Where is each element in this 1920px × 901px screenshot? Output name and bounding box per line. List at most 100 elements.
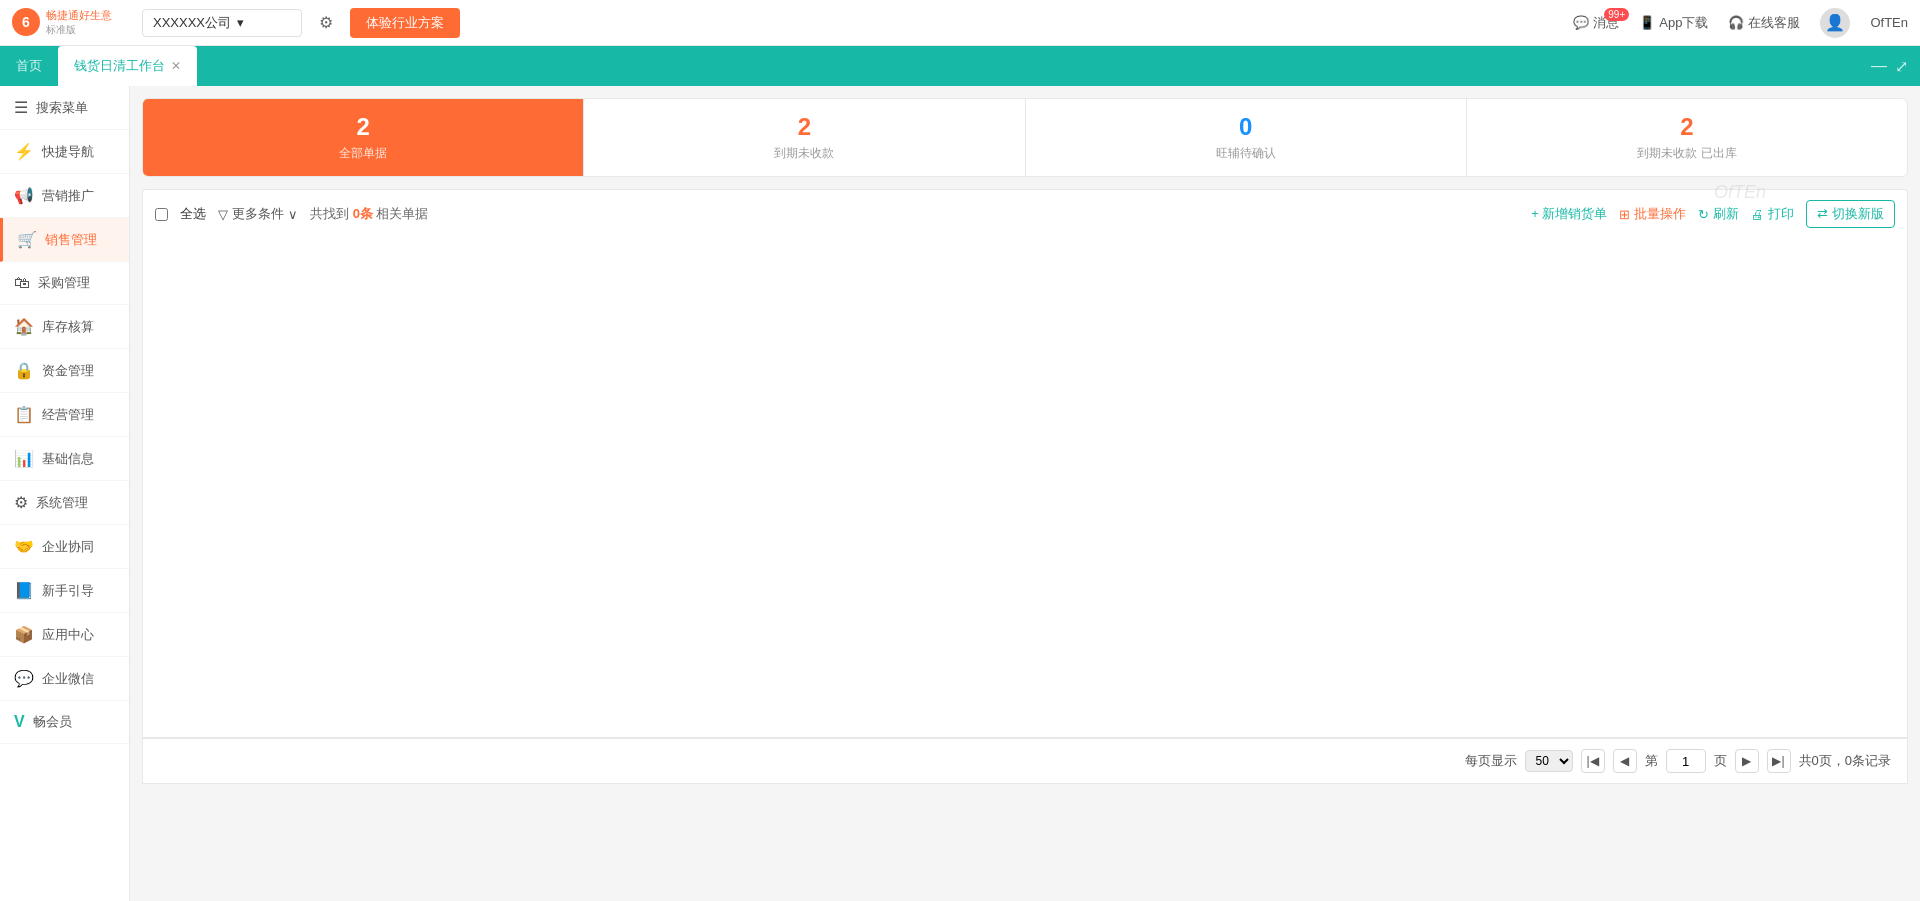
stat-number-shipped: 2 <box>1487 113 1887 141</box>
total-label: 共0页，0条记录 <box>1799 752 1891 770</box>
quick-nav-icon: ⚡ <box>14 142 34 161</box>
switch-label: 切换新版 <box>1832 206 1884 221</box>
next-page-button[interactable]: ▶ <box>1735 749 1759 773</box>
member-icon: V <box>14 713 25 731</box>
logo-text: 畅捷通好生意 <box>46 8 112 22</box>
sidebar-item-guide[interactable]: 📘 新手引导 <box>0 569 129 613</box>
toolbar-right: + 新增销货单 ⊞ 批量操作 ↻ 刷新 🖨 打印 ⇄ 切换新版 <box>1531 200 1895 228</box>
toolbar-left: 全选 ▽ 更多条件 ∨ 共找到 0条 相关单据 <box>155 205 1519 223</box>
chevron-down-icon: ▾ <box>237 15 244 30</box>
tab-work-table[interactable]: 钱货日清工作台 ✕ <box>58 46 197 86</box>
sidebar-item-marketing[interactable]: 📢 营销推广 <box>0 174 129 218</box>
online-service-button[interactable]: 🎧 在线客服 <box>1728 14 1800 32</box>
app-download-button[interactable]: 📱 App下载 <box>1639 14 1708 32</box>
empty-area <box>143 238 1907 718</box>
sidebar-item-finance-label: 资金管理 <box>42 362 94 380</box>
tab-work-table-label: 钱货日清工作台 <box>74 57 165 75</box>
main-layout: ☰ 搜索菜单 ⚡ 快捷导航 📢 营销推广 🛒 销售管理 🛍 采购管理 🏠 库存核… <box>0 86 1920 901</box>
avatar[interactable]: 👤 <box>1820 8 1850 38</box>
avatar-icon: 👤 <box>1825 13 1845 32</box>
messages-badge: 99+ <box>1604 8 1629 21</box>
sidebar: ☰ 搜索菜单 ⚡ 快捷导航 📢 营销推广 🛒 销售管理 🛍 采购管理 🏠 库存核… <box>0 86 130 901</box>
switch-icon: ⇄ <box>1817 206 1828 221</box>
header-right: 💬 消息 99+ 📱 App下载 🎧 在线客服 👤 OfTEn <box>1573 8 1908 38</box>
batch-operation-button[interactable]: ⊞ 批量操作 <box>1619 205 1686 223</box>
operations-icon: 📋 <box>14 405 34 424</box>
prev-page-button[interactable]: ◀ <box>1613 749 1637 773</box>
cooperation-icon: 🤝 <box>14 537 34 556</box>
stat-card-all[interactable]: 2 全部单据 <box>143 99 584 176</box>
top-header: 6 畅捷通好生意 标准版 XXXXXX公司 ▾ ⚙ 体验行业方案 💬 消息 99… <box>0 0 1920 46</box>
batch-icon: ⊞ <box>1619 207 1630 222</box>
sidebar-item-purchase[interactable]: 🛍 采购管理 <box>0 262 129 305</box>
gear-icon: ⚙ <box>319 13 333 32</box>
refresh-icon: ↻ <box>1698 207 1709 222</box>
print-icon: 🖨 <box>1751 207 1764 222</box>
toolbar: 全选 ▽ 更多条件 ∨ 共找到 0条 相关单据 + 新增销货单 ⊞ 批量操作 <box>142 189 1908 238</box>
switch-version-button[interactable]: ⇄ 切换新版 <box>1806 200 1895 228</box>
marketing-icon: 📢 <box>14 186 34 205</box>
filter-label: 更多条件 <box>232 205 284 223</box>
tab-maximize-button[interactable]: ⤢ <box>1895 57 1908 76</box>
sidebar-item-system[interactable]: ⚙ 系统管理 <box>0 481 129 525</box>
page-suffix: 页 <box>1714 752 1727 770</box>
sidebar-item-marketing-label: 营销推广 <box>42 187 94 205</box>
settings-button[interactable]: ⚙ <box>310 7 342 39</box>
company-selector[interactable]: XXXXXX公司 ▾ <box>142 9 302 37</box>
sidebar-item-operations[interactable]: 📋 经营管理 <box>0 393 129 437</box>
messages-button[interactable]: 💬 消息 99+ <box>1573 14 1619 32</box>
guide-icon: 📘 <box>14 581 34 600</box>
try-industry-button[interactable]: 体验行业方案 <box>350 8 460 38</box>
filter-chevron-icon: ∨ <box>288 207 298 222</box>
sidebar-item-wechat[interactable]: 💬 企业微信 <box>0 657 129 701</box>
sales-icon: 🛒 <box>17 230 37 249</box>
sidebar-item-sales[interactable]: 🛒 销售管理 <box>0 218 129 262</box>
logo-icon: 6 <box>12 8 40 36</box>
tab-home[interactable]: 首页 <box>0 46 58 86</box>
last-page-button[interactable]: ▶| <box>1767 749 1791 773</box>
page-label: 第 <box>1645 752 1658 770</box>
per-page-select[interactable]: 50 <box>1525 750 1573 772</box>
sidebar-item-base-info[interactable]: 📊 基础信息 <box>0 437 129 481</box>
sidebar-item-app-center[interactable]: 📦 应用中心 <box>0 613 129 657</box>
filter-button[interactable]: ▽ 更多条件 ∨ <box>218 205 298 223</box>
sidebar-item-guide-label: 新手引导 <box>42 582 94 600</box>
sidebar-item-quick-nav[interactable]: ⚡ 快捷导航 <box>0 130 129 174</box>
sidebar-item-cooperation[interactable]: 🤝 企业协同 <box>0 525 129 569</box>
tab-minimize-button[interactable]: — <box>1871 57 1887 75</box>
new-sales-order-button[interactable]: + 新增销货单 <box>1531 205 1607 223</box>
table-container <box>142 238 1908 738</box>
stat-label-shipped: 到期未收款 已出库 <box>1487 145 1887 162</box>
batch-label: 批量操作 <box>1634 205 1686 223</box>
stat-number-wangfu: 0 <box>1046 113 1446 141</box>
sidebar-item-cooperation-label: 企业协同 <box>42 538 94 556</box>
refresh-button[interactable]: ↻ 刷新 <box>1698 205 1739 223</box>
sidebar-item-member[interactable]: V 畅会员 <box>0 701 129 744</box>
sidebar-item-sales-label: 销售管理 <box>45 231 97 249</box>
refresh-label: 刷新 <box>1713 205 1739 223</box>
app-download-label: App下载 <box>1659 14 1708 32</box>
logo-badge: 标准版 <box>46 23 112 37</box>
sidebar-item-search[interactable]: ☰ 搜索菜单 <box>0 86 129 130</box>
search-icon: ☰ <box>14 98 28 117</box>
stat-card-wangfu[interactable]: 0 旺辅待确认 <box>1026 99 1467 176</box>
sidebar-item-finance[interactable]: 🔒 资金管理 <box>0 349 129 393</box>
tab-close-icon[interactable]: ✕ <box>171 59 181 73</box>
sidebar-item-system-label: 系统管理 <box>36 494 88 512</box>
print-button[interactable]: 🖨 打印 <box>1751 205 1794 223</box>
select-all-checkbox[interactable] <box>155 208 168 221</box>
service-icon: 🎧 <box>1728 15 1744 30</box>
found-prefix: 共找到 <box>310 206 349 221</box>
per-page-label: 每页显示 <box>1465 752 1517 770</box>
sidebar-item-purchase-label: 采购管理 <box>38 274 90 292</box>
finance-icon: 🔒 <box>14 361 34 380</box>
tab-bar-actions: — ⤢ <box>1871 57 1920 76</box>
sidebar-item-wechat-label: 企业微信 <box>42 670 94 688</box>
stat-card-shipped[interactable]: 2 到期未收款 已出库 <box>1467 99 1907 176</box>
sidebar-item-inventory[interactable]: 🏠 库存核算 <box>0 305 129 349</box>
first-page-button[interactable]: |◀ <box>1581 749 1605 773</box>
stat-card-overdue[interactable]: 2 到期未收款 <box>584 99 1025 176</box>
sidebar-item-search-label: 搜索菜单 <box>36 99 88 117</box>
tab-home-label: 首页 <box>16 57 42 75</box>
page-input[interactable] <box>1666 749 1706 773</box>
